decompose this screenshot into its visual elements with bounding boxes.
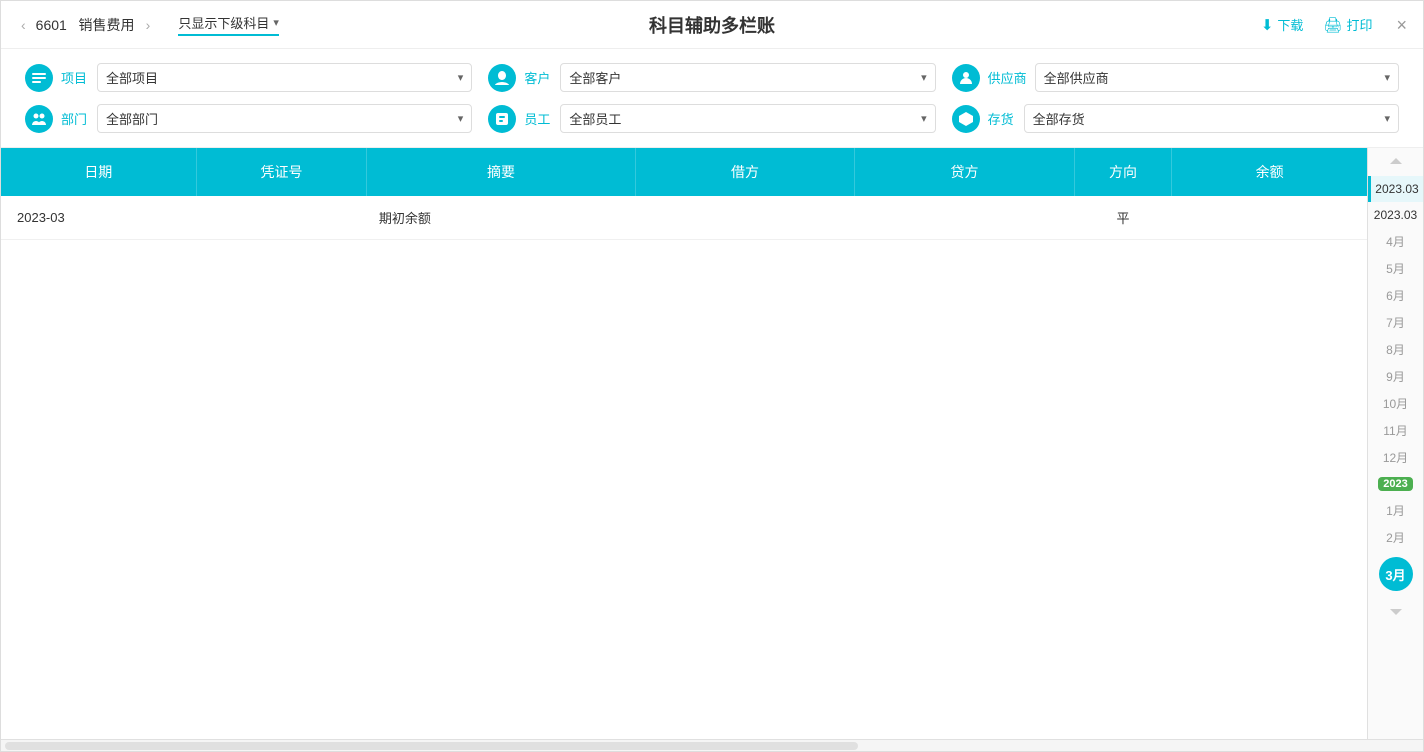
filter-project: 项目 全部项目 ▾ — [17, 57, 480, 98]
row-balance — [1172, 196, 1367, 240]
year-badge: 2023 — [1378, 477, 1412, 491]
download-icon: ⬇ — [1261, 16, 1274, 34]
account-name: 销售费用 — [79, 17, 135, 33]
print-label: 打印 — [1346, 15, 1372, 34]
right-sidebar: 2023.03 2023.03 4月 5月 6月 7月 8月 9月 10月 11… — [1367, 148, 1423, 739]
employee-label: 员工 — [524, 109, 552, 128]
employee-icon — [488, 105, 516, 133]
sidebar-month-9[interactable]: 9月 — [1368, 363, 1423, 390]
filter-department: 部门 全部部门 ▾ — [17, 98, 480, 139]
inventory-select-arrow: ▾ — [1384, 112, 1390, 125]
sidebar-year-2023[interactable]: 2023 — [1378, 471, 1412, 497]
col-voucher: 凭证号 — [196, 148, 367, 196]
filter-customer: 客户 全部客户 ▾ — [480, 57, 943, 98]
row-direction: 平 — [1074, 196, 1172, 240]
show-sub-select[interactable]: 只显示下级科目 ▾ — [178, 13, 279, 36]
download-label: 下载 — [1277, 15, 1303, 34]
row-credit — [855, 196, 1075, 240]
row-debit — [635, 196, 855, 240]
employee-select[interactable]: 全部员工 ▾ — [560, 104, 935, 133]
row-date: 2023-03 — [1, 196, 196, 240]
customer-select[interactable]: 全部客户 ▾ — [560, 63, 935, 92]
supplier-icon — [952, 64, 980, 92]
col-date: 日期 — [1, 148, 196, 196]
table-row: 2023-03 期初余额 平 — [1, 196, 1367, 240]
sidebar-month-12[interactable]: 12月 — [1368, 444, 1423, 471]
filter-supplier: 供应商 全部供应商 ▾ — [944, 57, 1407, 98]
active-month-badge: 3月 — [1379, 557, 1413, 591]
table-area: 日期 凭证号 摘要 借方 贷方 方向 余额 2023-03 期初余额 — [1, 148, 1367, 739]
prev-account-button[interactable]: ‹ — [17, 15, 30, 35]
filter-bar: 项目 全部项目 ▾ 客户 全部客户 ▾ — [1, 49, 1423, 148]
nav-account: ‹ 6601 销售费用 › — [17, 15, 154, 35]
sidebar-month-6[interactable]: 6月 — [1368, 282, 1423, 309]
col-balance: 余额 — [1172, 148, 1367, 196]
department-select-arrow: ▾ — [458, 112, 464, 125]
inventory-label: 存货 — [988, 109, 1016, 128]
department-select[interactable]: 全部部门 ▾ — [97, 104, 472, 133]
show-sub-label: 只显示下级科目 — [178, 13, 269, 32]
next-account-button[interactable]: › — [142, 15, 155, 35]
filter-employee: 员工 全部员工 ▾ — [480, 98, 943, 139]
sidebar-month-4[interactable]: 4月 — [1368, 228, 1423, 255]
department-value: 全部部门 — [106, 109, 158, 128]
customer-value: 全部客户 — [569, 68, 621, 87]
sidebar-month-11[interactable]: 11月 — [1368, 417, 1423, 444]
project-select[interactable]: 全部项目 ▾ — [97, 63, 472, 92]
col-summary: 摘要 — [367, 148, 635, 196]
sidebar-month-8[interactable]: 8月 — [1368, 336, 1423, 363]
sidebar-month-10[interactable]: 10月 — [1368, 390, 1423, 417]
sidebar-period-2023-03-bot[interactable]: 2023.03 — [1368, 202, 1423, 228]
close-button[interactable]: × — [1396, 16, 1407, 34]
ledger-table: 日期 凭证号 摘要 借方 贷方 方向 余额 2023-03 期初余额 — [1, 148, 1367, 240]
top-actions: ⬇ 下载 🖨 打印 — [1261, 15, 1373, 34]
account-code: 6601 — [36, 17, 67, 33]
filter-inventory: 存货 全部存货 ▾ — [944, 98, 1407, 139]
sidebar-month-2[interactable]: 2月 — [1368, 524, 1423, 551]
inventory-icon — [952, 105, 980, 133]
supplier-value: 全部供应商 — [1044, 68, 1109, 87]
sidebar-month-3-active[interactable]: 3月 — [1379, 551, 1413, 597]
employee-select-arrow: ▾ — [921, 112, 927, 125]
supplier-select-arrow: ▾ — [1384, 71, 1390, 84]
project-label: 项目 — [61, 68, 89, 87]
account-label: 6601 销售费用 — [36, 15, 136, 35]
employee-value: 全部员工 — [569, 109, 621, 128]
show-sub-arrow: ▾ — [273, 16, 279, 29]
sidebar-month-5[interactable]: 5月 — [1368, 255, 1423, 282]
col-direction: 方向 — [1074, 148, 1172, 196]
sidebar-month-1[interactable]: 1月 — [1368, 497, 1423, 524]
print-button[interactable]: 🖨 打印 — [1323, 15, 1372, 34]
customer-select-arrow: ▾ — [921, 71, 927, 84]
customer-label: 客户 — [524, 68, 552, 87]
horizontal-scrollbar[interactable] — [1, 739, 1423, 751]
row-voucher — [196, 196, 367, 240]
col-debit: 借方 — [635, 148, 855, 196]
top-bar: ‹ 6601 销售费用 › 只显示下级科目 ▾ 科目辅助多栏账 ⬇ 下载 🖨 打… — [1, 1, 1423, 49]
page-title: 科目辅助多栏账 — [649, 12, 775, 38]
project-icon — [25, 64, 53, 92]
customer-icon — [488, 64, 516, 92]
supplier-label: 供应商 — [988, 68, 1027, 87]
department-label: 部门 — [61, 109, 89, 128]
inventory-value: 全部存货 — [1033, 109, 1085, 128]
sidebar-down-arrow[interactable] — [1368, 597, 1423, 625]
row-summary: 期初余额 — [367, 196, 635, 240]
project-select-arrow: ▾ — [458, 71, 464, 84]
sidebar-period-2023-03-top[interactable]: 2023.03 — [1368, 176, 1423, 202]
main-window: ‹ 6601 销售费用 › 只显示下级科目 ▾ 科目辅助多栏账 ⬇ 下载 🖨 打… — [0, 0, 1424, 752]
print-icon: 🖨 — [1323, 16, 1342, 34]
supplier-select[interactable]: 全部供应商 ▾ — [1035, 63, 1399, 92]
col-credit: 贷方 — [855, 148, 1075, 196]
download-button[interactable]: ⬇ 下载 — [1261, 15, 1304, 34]
project-value: 全部项目 — [106, 68, 158, 87]
department-icon — [25, 105, 53, 133]
sidebar-month-7[interactable]: 7月 — [1368, 309, 1423, 336]
sidebar-up-arrow[interactable] — [1368, 148, 1423, 176]
inventory-select[interactable]: 全部存货 ▾ — [1024, 104, 1399, 133]
content-area: 日期 凭证号 摘要 借方 贷方 方向 余额 2023-03 期初余额 — [1, 148, 1423, 739]
scrollbar-track — [5, 742, 858, 750]
table-header-row: 日期 凭证号 摘要 借方 贷方 方向 余额 — [1, 148, 1367, 196]
